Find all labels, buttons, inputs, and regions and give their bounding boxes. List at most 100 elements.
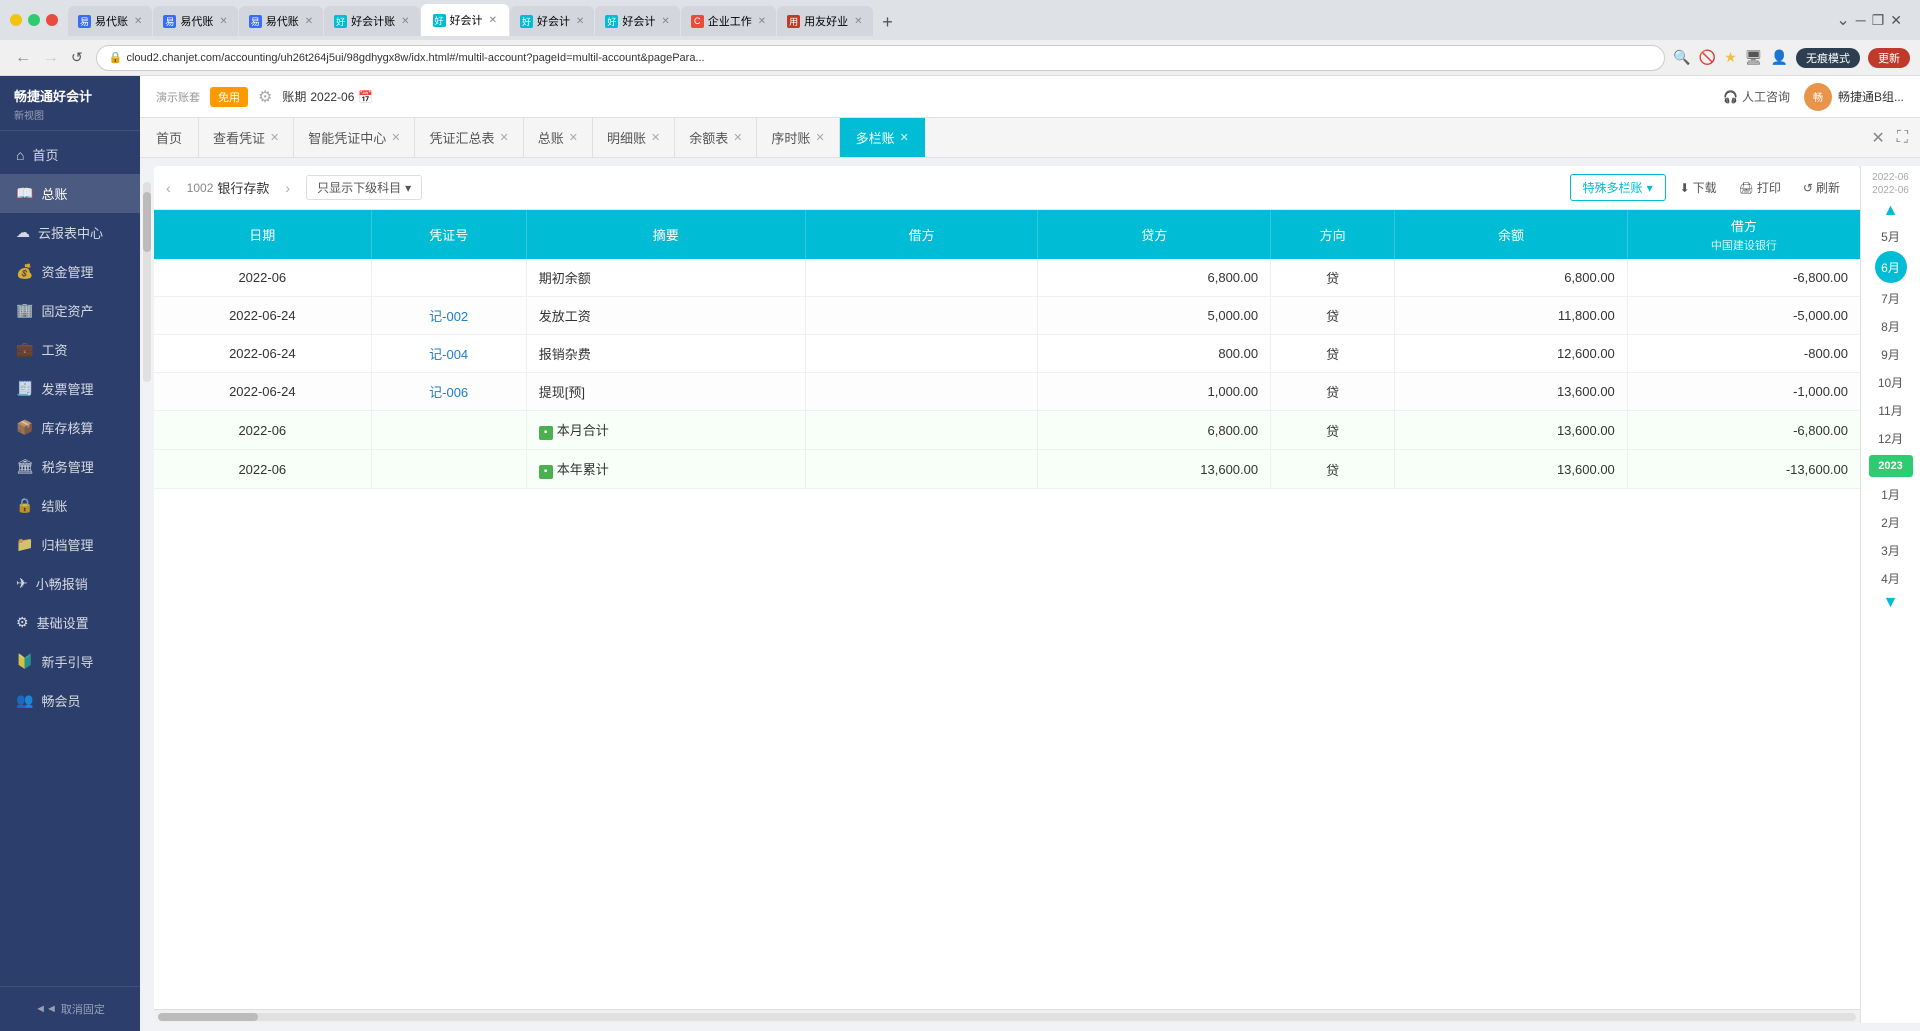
month-nav-item-10[interactable]: 10月 — [1869, 369, 1913, 395]
calendar-icon[interactable]: 📅 — [358, 90, 373, 104]
new-tab-btn[interactable]: + — [874, 8, 902, 36]
account-prev-btn[interactable]: ‹ — [166, 180, 171, 196]
month-nav-item-2023-1[interactable]: 1月 — [1869, 481, 1913, 507]
tab9-close[interactable]: ✕ — [854, 16, 862, 27]
scroll-thumb[interactable] — [158, 1013, 258, 1021]
voucher-link[interactable]: 记-002 — [429, 309, 468, 324]
browser-tab-8[interactable]: C 企业工作 ✕ — [681, 6, 776, 36]
incognito-icon[interactable]: 🚫 — [1699, 49, 1716, 66]
left-scrollbar[interactable] — [143, 182, 151, 382]
tab-voucher-close[interactable]: ✕ — [270, 131, 279, 144]
tab-seq[interactable]: 序时账 ✕ — [757, 118, 839, 158]
close-pane-icon[interactable]: ✕ — [1867, 124, 1888, 152]
refresh-btn[interactable]: ↺ 刷新 — [1795, 175, 1848, 200]
account-next-btn[interactable]: › — [285, 180, 290, 196]
user-menu[interactable]: 畅 畅捷通B组... — [1804, 83, 1904, 111]
browser-tab-7[interactable]: 好 好会计 ✕ — [595, 6, 679, 36]
month-nav-item-5[interactable]: 5月 — [1869, 223, 1913, 249]
voucher-link[interactable]: 记-004 — [429, 347, 468, 362]
maximize-btn[interactable] — [28, 14, 40, 26]
sidebar-item-settings[interactable]: ⚙ 基础设置 — [0, 603, 140, 642]
consult-btn[interactable]: 🎧 人工咨询 — [1723, 88, 1790, 105]
address-bar[interactable]: 🔒 cloud2.chanjet.com/accounting/uh26t264… — [96, 45, 1666, 71]
forward-btn[interactable]: → — [38, 47, 64, 69]
month-nav-item-11[interactable]: 11月 — [1869, 397, 1913, 423]
sidebar-item-assets[interactable]: 🏢 固定资产 — [0, 291, 140, 330]
sidebar-item-inventory[interactable]: 📦 库存核算 — [0, 408, 140, 447]
month-nav-item-12[interactable]: 12月 — [1869, 425, 1913, 451]
voucher-link[interactable]: 记-006 — [429, 385, 468, 400]
window-controls[interactable] — [0, 14, 68, 26]
month-nav-year-2023[interactable]: 2023 — [1869, 455, 1913, 477]
cell-voucher[interactable]: 记-006 — [371, 373, 526, 411]
sidebar-item-cloud[interactable]: ☁ 云报表中心 — [0, 213, 140, 252]
tab-seq-close[interactable]: ✕ — [815, 131, 824, 144]
sidebar-item-invoice[interactable]: 🧾 发票管理 — [0, 369, 140, 408]
month-nav-item-2023-4[interactable]: 4月 — [1869, 565, 1913, 591]
minimize-btn[interactable] — [10, 14, 22, 26]
tab-multi-close[interactable]: ✕ — [900, 131, 909, 144]
tab-balance[interactable]: 余额表 ✕ — [675, 118, 757, 158]
tab-smart-close[interactable]: ✕ — [391, 131, 400, 144]
browser-tab-4[interactable]: 好 好会计账 ✕ — [324, 6, 419, 36]
sidebar-item-archive[interactable]: 📁 归档管理 — [0, 525, 140, 564]
browser-icon[interactable]: 🖥 — [1745, 49, 1763, 66]
cell-voucher[interactable]: 记-002 — [371, 297, 526, 335]
tab-summary-close[interactable]: ✕ — [500, 131, 509, 144]
tab-detail[interactable]: 明细账 ✕ — [593, 118, 675, 158]
window-close-btn[interactable]: ✕ — [1890, 12, 1902, 29]
close-btn[interactable] — [46, 14, 58, 26]
multi-col-btn[interactable]: 特殊多栏账 ▾ — [1570, 174, 1666, 201]
bookmark-icon[interactable]: ★ — [1724, 49, 1737, 66]
sidebar-item-fund[interactable]: 💰 资金管理 — [0, 252, 140, 291]
tab5-close[interactable]: ✕ — [489, 15, 497, 26]
expand-pane-icon[interactable]: ⛶ — [1893, 125, 1912, 151]
tab-dropdown-btn[interactable]: ⌄ — [1836, 10, 1849, 30]
unpin-btn[interactable]: ◄◄ 取消固定 — [0, 995, 140, 1023]
tab4-close[interactable]: ✕ — [401, 16, 409, 27]
browser-tab-5[interactable]: 好 好会计 ✕ — [421, 4, 509, 36]
tab-general-close[interactable]: ✕ — [569, 131, 578, 144]
tab-voucher[interactable]: 查看凭证 ✕ — [199, 118, 294, 158]
month-nav-item-7[interactable]: 7月 — [1869, 285, 1913, 311]
month-nav-item-2023-2[interactable]: 2月 — [1869, 509, 1913, 535]
browser-tab-1[interactable]: 易 易代账 ✕ — [68, 6, 152, 36]
month-nav-item-6[interactable]: 6月 — [1875, 251, 1907, 283]
month-nav-scroll-down[interactable]: ▼ — [1883, 594, 1899, 612]
browser-tab-2[interactable]: 易 易代账 ✕ — [153, 6, 237, 36]
profile-icon[interactable]: 👤 — [1771, 49, 1788, 66]
tab7-close[interactable]: ✕ — [661, 16, 669, 27]
tab-home[interactable]: 首页 — [140, 118, 199, 158]
topbar-badge[interactable]: 免用 — [210, 87, 248, 107]
month-nav-item-8[interactable]: 8月 — [1869, 313, 1913, 339]
sidebar-item-home[interactable]: ⌂ 首页 — [0, 135, 140, 174]
search-icon[interactable]: 🔍 — [1673, 49, 1690, 66]
tab-smart[interactable]: 智能凭证中心 ✕ — [294, 118, 415, 158]
tab-general[interactable]: 总账 ✕ — [524, 118, 593, 158]
browser-tab-9[interactable]: 用 用友好业 ✕ — [777, 6, 872, 36]
tab3-close[interactable]: ✕ — [305, 16, 313, 27]
window-restore-btn[interactable]: ❐ — [1872, 12, 1885, 29]
sidebar-item-member[interactable]: 👥 畅会员 — [0, 681, 140, 720]
back-btn[interactable]: ← — [10, 47, 36, 69]
update-btn[interactable]: 更新 — [1868, 48, 1910, 68]
browser-tab-3[interactable]: 易 易代账 ✕ — [239, 6, 323, 36]
print-btn[interactable]: 🖨 打印 — [1731, 175, 1789, 200]
sidebar-item-general[interactable]: 📖 总账 — [0, 174, 140, 213]
tab2-close[interactable]: ✕ — [219, 16, 227, 27]
sidebar-item-tax[interactable]: 🏛 税务管理 — [0, 447, 140, 486]
filter-dropdown[interactable]: 只显示下级科目 ▾ — [306, 175, 422, 200]
tab8-close[interactable]: ✕ — [758, 16, 766, 27]
browser-tab-6[interactable]: 好 好会计 ✕ — [510, 6, 594, 36]
sidebar-item-salary[interactable]: 💼 工资 — [0, 330, 140, 369]
tab1-close[interactable]: ✕ — [134, 16, 142, 27]
tab-balance-close[interactable]: ✕ — [733, 131, 742, 144]
tab-summary[interactable]: 凭证汇总表 ✕ — [415, 118, 523, 158]
reload-btn[interactable]: ↺ — [66, 47, 88, 68]
sidebar-item-expense[interactable]: ✈ 小畅报销 — [0, 564, 140, 603]
tab6-close[interactable]: ✕ — [576, 16, 584, 27]
settings-gear-icon[interactable]: ⚙ — [258, 87, 272, 107]
cell-voucher[interactable]: 记-004 — [371, 335, 526, 373]
no-trace-btn[interactable]: 无痕模式 — [1796, 48, 1860, 68]
month-nav-item-2023-3[interactable]: 3月 — [1869, 537, 1913, 563]
